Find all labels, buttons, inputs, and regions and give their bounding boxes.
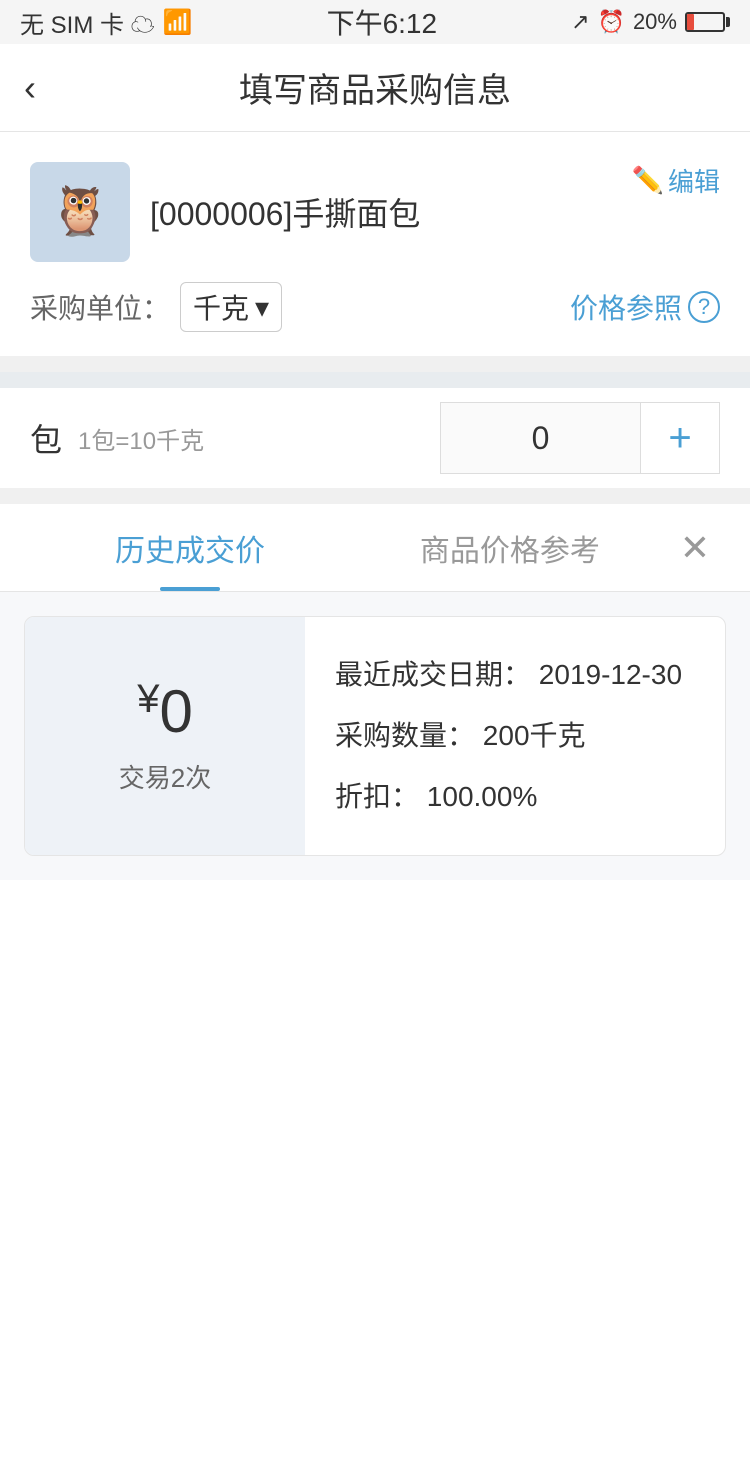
wifi-icon: 📶	[163, 8, 193, 37]
purchase-qty-value: 200千克	[483, 720, 586, 751]
unit-selector[interactable]: 千克 ▾	[180, 282, 282, 332]
quantity-row: 包 1包=10千克 0 +	[0, 388, 750, 488]
nav-bar: ‹ 填写商品采购信息	[0, 44, 750, 132]
qty-hint: 1包=10千克	[78, 421, 204, 456]
recent-date-value: 2019-12-30	[539, 659, 682, 690]
qty-controls: 0 +	[440, 402, 720, 474]
discount-value: 100.00%	[427, 781, 538, 812]
page-content	[0, 880, 750, 1480]
price-amount: 0	[159, 677, 192, 746]
recent-date-label: 最近成交日期：	[335, 659, 531, 690]
plus-icon: +	[668, 416, 691, 461]
status-time: 下午6:12	[327, 2, 438, 42]
divider	[0, 372, 750, 388]
tab-product-price[interactable]: 商品价格参考	[350, 504, 670, 591]
price-summary: ¥ 0 交易2次	[25, 617, 305, 855]
unit-label: 采购单位：	[30, 287, 170, 327]
page-title: 填写商品采购信息	[239, 63, 511, 112]
edit-button[interactable]: ✏️ 编辑	[632, 162, 720, 199]
back-icon: ‹	[24, 67, 36, 108]
product-unit-row: 采购单位： 千克 ▾ 价格参照 ?	[30, 282, 720, 356]
discount-label: 折扣：	[335, 781, 419, 812]
product-left: 🦉 [0000006]手撕面包	[30, 162, 420, 262]
product-name: [0000006]手撕面包	[150, 189, 420, 235]
qty-plus-button[interactable]: +	[640, 402, 720, 474]
discount-row: 折扣： 100.00%	[335, 775, 695, 820]
tab-indicator	[160, 587, 220, 591]
back-button[interactable]: ‹	[24, 67, 36, 109]
dropdown-icon: ▾	[255, 291, 269, 324]
purchase-qty-row: 采购数量： 200千克	[335, 714, 695, 759]
price-card: ¥ 0 交易2次 最近成交日期： 2019-12-30 采购数量： 200千克 …	[24, 616, 726, 856]
trade-count: 交易2次	[119, 758, 211, 795]
edit-label: 编辑	[668, 162, 720, 199]
status-right: ↗ ⏰ 20%	[571, 9, 730, 35]
battery-icon	[685, 12, 730, 32]
qty-label: 包 1包=10千克	[30, 415, 204, 461]
alarm-icon: ⏰	[598, 9, 625, 35]
price-amount-display: ¥ 0	[137, 677, 193, 746]
qty-input[interactable]: 0	[440, 402, 640, 474]
question-icon: ?	[688, 291, 720, 323]
edit-icon: ✏️	[632, 165, 664, 196]
product-header: 🦉 [0000006]手撕面包 ✏️ 编辑	[30, 162, 720, 262]
price-details: 最近成交日期： 2019-12-30 采购数量： 200千克 折扣： 100.0…	[305, 617, 725, 855]
battery-percent: 20%	[633, 9, 677, 35]
product-thumbnail: 🦉	[45, 177, 115, 247]
tab-history-price[interactable]: 历史成交价	[30, 504, 350, 591]
status-left: 无 SIM 卡 ☁ 📶	[20, 5, 193, 40]
product-card: 🦉 [0000006]手撕面包 ✏️ 编辑 采购单位： 千克 ▾ 价格参照 ?	[0, 132, 750, 356]
tab-product-label: 商品价格参考	[420, 526, 600, 570]
qty-unit: 包	[30, 415, 62, 461]
location-icon: ↗	[571, 9, 589, 35]
unit-value: 千克	[193, 287, 249, 327]
tab-bar: 历史成交价 商品价格参考 ✕	[0, 504, 750, 592]
status-bar: 无 SIM 卡 ☁ 📶 下午6:12 ↗ ⏰ 20%	[0, 0, 750, 44]
price-ref-button[interactable]: 价格参照 ?	[570, 287, 720, 327]
close-button[interactable]: ✕	[670, 527, 720, 569]
owl-icon: 🦉	[50, 188, 110, 236]
sim-status: 无 SIM 卡 ☁	[20, 5, 155, 40]
close-icon: ✕	[680, 527, 710, 569]
tab-history-label: 历史成交价	[115, 526, 265, 570]
qty-value: 0	[532, 420, 550, 457]
price-ref-label: 价格参照	[570, 287, 682, 327]
currency-symbol: ¥	[137, 677, 159, 722]
product-image: 🦉	[30, 162, 130, 262]
purchase-qty-label: 采购数量：	[335, 720, 475, 751]
price-panel: ¥ 0 交易2次 最近成交日期： 2019-12-30 采购数量： 200千克 …	[0, 592, 750, 880]
recent-date-row: 最近成交日期： 2019-12-30	[335, 653, 695, 698]
